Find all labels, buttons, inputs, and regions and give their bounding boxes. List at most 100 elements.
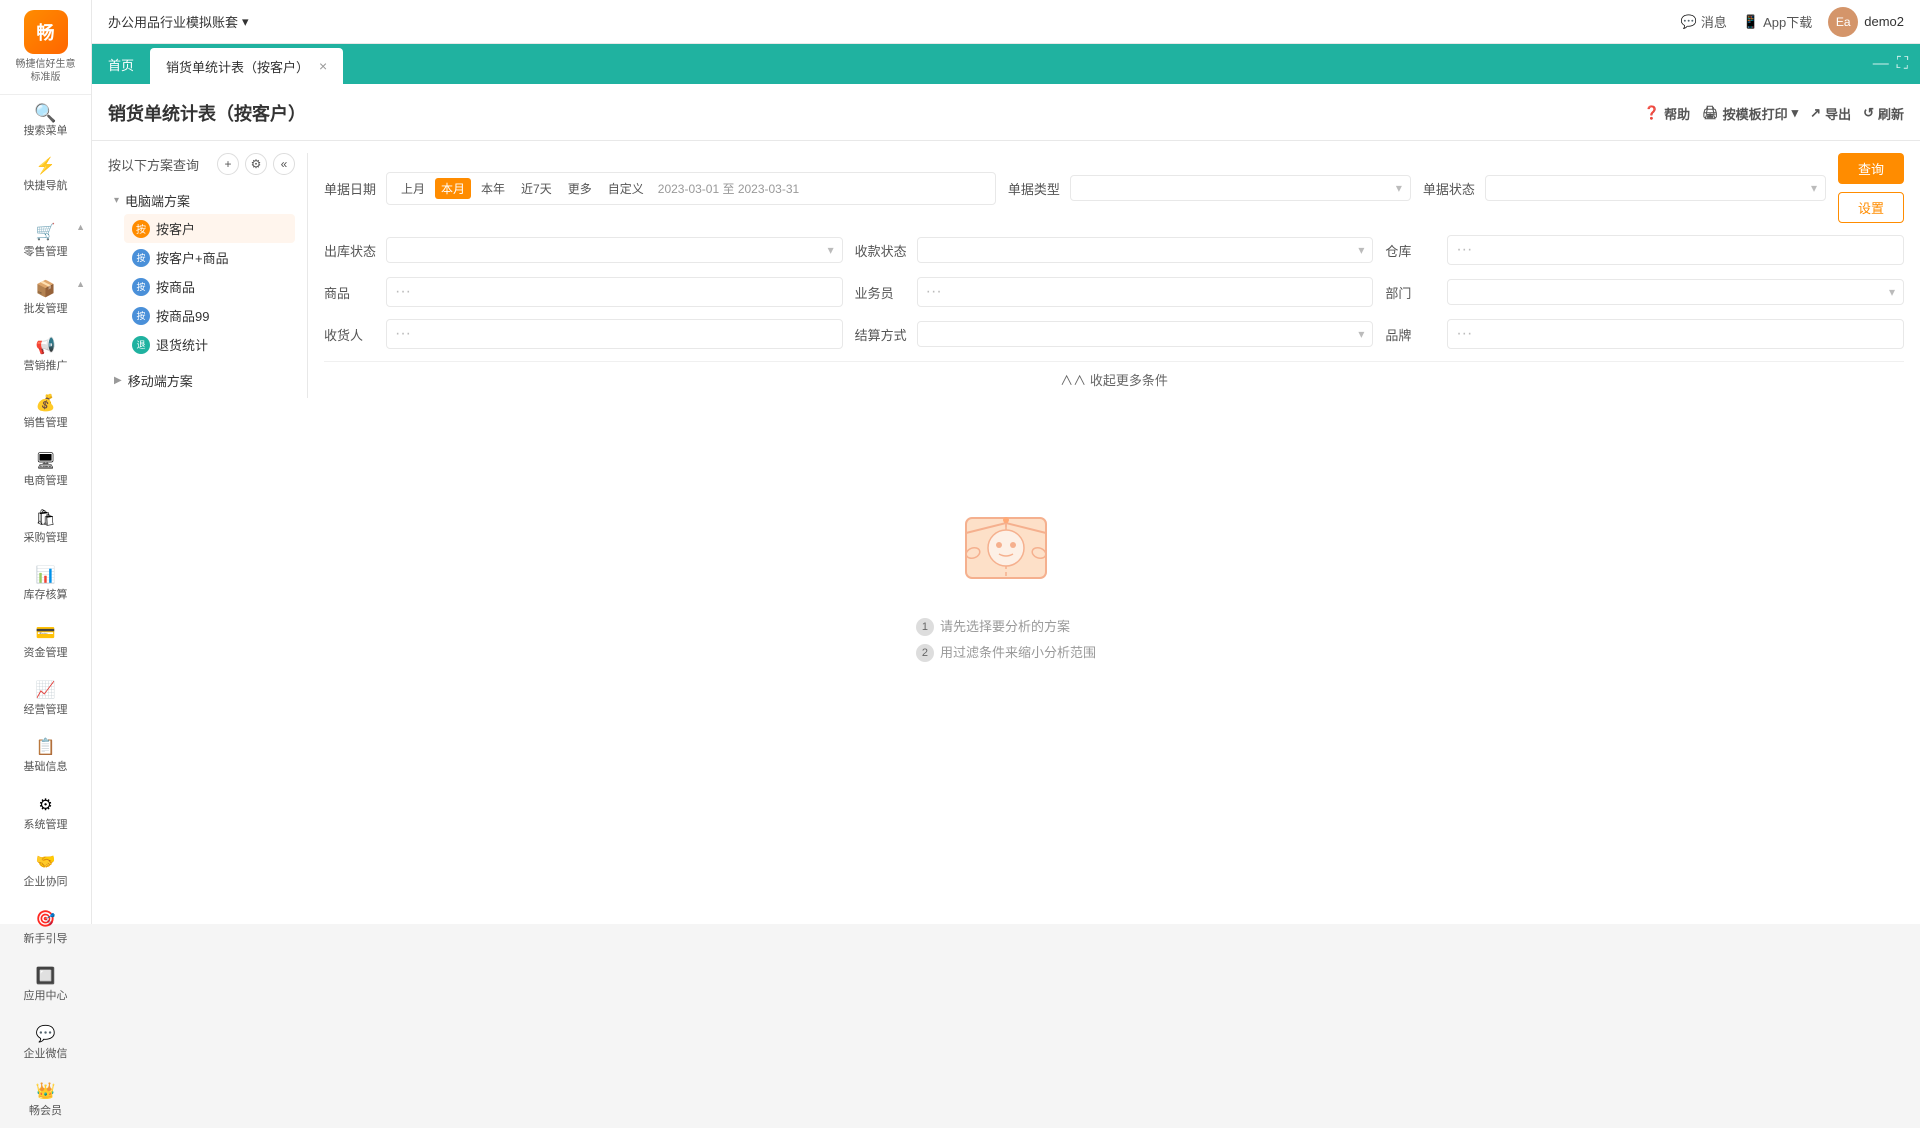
collapse-scheme-btn[interactable]: « xyxy=(273,153,295,175)
tree-child-by-goods99[interactable]: 按 按商品99 xyxy=(124,301,295,330)
sidebar-item-apps[interactable]: 🔲 应用中心 xyxy=(0,956,91,1013)
doc-type-label: 单据类型 xyxy=(1008,179,1064,198)
sidebar-item-marketing[interactable]: 📢 营销推广 xyxy=(0,326,91,383)
tab-home[interactable]: 首页 xyxy=(92,44,150,84)
sidebar-item-wechat[interactable]: 💬 企业微信 xyxy=(0,1014,91,1071)
maximize-icon[interactable]: ⛶ xyxy=(1897,55,1908,73)
date-tab-this-month[interactable]: 本月 xyxy=(435,178,471,199)
date-tab-last-month[interactable]: 上月 xyxy=(395,178,431,199)
add-icon: + xyxy=(224,157,231,171)
export-btn[interactable]: ↗ 导出 xyxy=(1810,104,1851,123)
sidebar-item-ecommerce[interactable]: 🖥 电商管理 xyxy=(0,441,91,498)
tree-child-label-refund: 退货统计 xyxy=(156,335,208,354)
sidebar-item-purchase[interactable]: 🛍 采购管理 xyxy=(0,498,91,555)
tree-child-refund-stat[interactable]: 退 退货统计 xyxy=(124,330,295,359)
sidebar-item-system[interactable]: ⚙ 系统管理 xyxy=(0,785,91,842)
receiver-select[interactable]: ··· xyxy=(386,319,843,349)
ecommerce-icon: 🖥 xyxy=(35,451,55,471)
goods-select[interactable]: ··· xyxy=(386,277,843,307)
sidebar-item-enterprise[interactable]: 🤝 企业协同 xyxy=(0,842,91,899)
payment-status-select[interactable]: ▾ xyxy=(917,237,1374,263)
print-btn[interactable]: 🖨 按模板打印 ▾ xyxy=(1702,104,1798,123)
page-header: 销货单统计表（按客户） ❓ 帮助 🖨 按模板打印 ▾ ↗ 导出 ↺ 刷新 xyxy=(108,100,1904,126)
salesperson-select[interactable]: ··· xyxy=(917,277,1374,307)
gear-icon: ⚙ xyxy=(251,157,262,171)
tip-text-2: 用过滤条件来缩小分析范围 xyxy=(940,640,1096,666)
filter-row-3: 商品 ··· 业务员 ··· 部门 xyxy=(324,277,1904,307)
refresh-label: 刷新 xyxy=(1878,104,1904,123)
tree-node-pc: ▾ 电脑端方案 按 按客户 按 按客户+商品 按 xyxy=(108,183,295,363)
tab-active[interactable]: 销货单统计表（按客户） × xyxy=(150,48,343,84)
sidebar-item-basic[interactable]: 📋 基础信息 xyxy=(0,727,91,784)
date-tab-this-year[interactable]: 本年 xyxy=(475,178,511,199)
sidebar-item-finance[interactable]: 💳 资金管理 xyxy=(0,613,91,670)
filter-actions: 查询 设置 xyxy=(1838,153,1904,223)
sidebar-item-operations[interactable]: 📈 经营管理 xyxy=(0,670,91,727)
settings-btn[interactable]: 设置 xyxy=(1838,192,1904,223)
filter-row-4: 收货人 ··· 结算方式 ▾ 品牌 xyxy=(324,319,1904,349)
refresh-btn[interactable]: ↺ 刷新 xyxy=(1863,104,1904,123)
search-menu-item[interactable]: 🔍 搜索菜单 xyxy=(0,95,91,146)
doc-type-select[interactable]: ▾ xyxy=(1070,175,1411,201)
add-scheme-btn[interactable]: + xyxy=(217,153,239,175)
marketing-label: 营销推广 xyxy=(24,359,68,373)
brand-select[interactable]: ··· xyxy=(1447,319,1904,349)
tree-child-by-customer[interactable]: 按 按客户 xyxy=(124,214,295,243)
tree-child-by-customer-goods[interactable]: 按 按客户+商品 xyxy=(124,243,295,272)
collapse-bar[interactable]: ∧∧ 收起更多条件 xyxy=(324,361,1904,397)
warehouse-select[interactable]: ··· xyxy=(1447,235,1904,265)
date-label: 单据日期 xyxy=(324,179,380,198)
tip-num-1: 1 xyxy=(916,618,934,636)
settings-scheme-btn[interactable]: ⚙ xyxy=(245,153,267,175)
date-tab-custom[interactable]: 自定义 xyxy=(602,178,650,199)
query-btn[interactable]: 查询 xyxy=(1838,153,1904,184)
filter-panel: 按以下方案查询 + ⚙ « xyxy=(108,153,1904,398)
date-tab-7days[interactable]: 近7天 xyxy=(515,178,558,199)
tree-child-by-goods[interactable]: 按 按商品 xyxy=(124,272,295,301)
ecommerce-label: 电商管理 xyxy=(24,474,68,488)
filter-item-receiver: 收货人 ··· xyxy=(324,319,843,349)
filter-item-goods: 商品 ··· xyxy=(324,277,843,307)
department-label: 部门 xyxy=(1385,283,1441,302)
sidebar-item-vip[interactable]: 👑 畅会员 xyxy=(0,1071,91,1128)
tabbar: 首页 销货单统计表（按客户） × — ⛶ xyxy=(92,44,1920,84)
tree-arrow-pc: ▾ xyxy=(114,195,119,206)
tab-window-controls[interactable]: — ⛶ xyxy=(1861,44,1920,84)
print-dropdown-icon: ▾ xyxy=(1792,105,1799,121)
filter-item-brand: 品牌 ··· xyxy=(1385,319,1904,349)
help-icon: ❓ xyxy=(1644,105,1660,121)
tab-close-icon[interactable]: × xyxy=(319,58,327,74)
sidebar-item-guide[interactable]: 🎯 新手引导 xyxy=(0,899,91,956)
salesperson-dots: ··· xyxy=(926,283,942,301)
stock-status-select[interactable]: ▾ xyxy=(386,237,843,263)
enterprise-icon: 🤝 xyxy=(36,852,56,872)
empty-tip-2: 2 用过滤条件来缩小分析范围 xyxy=(916,640,1096,666)
tree-parent-pc[interactable]: ▾ 电脑端方案 xyxy=(108,187,295,214)
payment-status-label: 收款状态 xyxy=(855,241,911,260)
payment-method-select[interactable]: ▾ xyxy=(917,321,1374,347)
tree-parent-mobile[interactable]: ▶ 移动端方案 xyxy=(108,367,295,394)
app-download-btn[interactable]: 📱 App下载 xyxy=(1743,12,1812,31)
filter-sidebar: 按以下方案查询 + ⚙ « xyxy=(108,153,308,398)
message-btn[interactable]: 💬 消息 xyxy=(1681,12,1727,31)
quick-nav-icon: ⚡ xyxy=(36,156,56,176)
date-control[interactable]: 上月 本月 本年 近7天 更多 自定义 2023-03-01 至 2023-03… xyxy=(386,172,996,205)
sidebar-item-wholesale[interactable]: 📦 批发管理 ▲ xyxy=(0,269,91,326)
message-label: 消息 xyxy=(1701,12,1727,31)
system-label: 系统管理 xyxy=(24,818,68,832)
wholesale-arrow: ▲ xyxy=(76,279,85,289)
sidebar-item-retail[interactable]: 🛒 零售管理 ▲ xyxy=(0,212,91,269)
user-area[interactable]: Ea demo2 xyxy=(1828,7,1904,37)
sidebar-item-sales[interactable]: 💰 销售管理 xyxy=(0,383,91,440)
minimize-icon[interactable]: — xyxy=(1873,55,1889,73)
vip-label: 畅会员 xyxy=(29,1104,62,1118)
department-select[interactable]: ▾ xyxy=(1447,279,1904,305)
sidebar-item-inventory[interactable]: 📊 库存核算 xyxy=(0,555,91,612)
payment-method-dropdown-icon: ▾ xyxy=(1358,327,1364,341)
help-btn[interactable]: ❓ 帮助 xyxy=(1644,104,1690,123)
sidebar-item-quick-nav[interactable]: ⚡ 快捷导航 xyxy=(0,146,91,203)
topbar-title-dropdown[interactable]: 办公用品行业模拟账套 ▾ xyxy=(108,12,249,31)
doc-status-select[interactable]: ▾ xyxy=(1485,175,1826,201)
wechat-label: 企业微信 xyxy=(24,1047,68,1061)
date-tab-more[interactable]: 更多 xyxy=(562,178,598,199)
